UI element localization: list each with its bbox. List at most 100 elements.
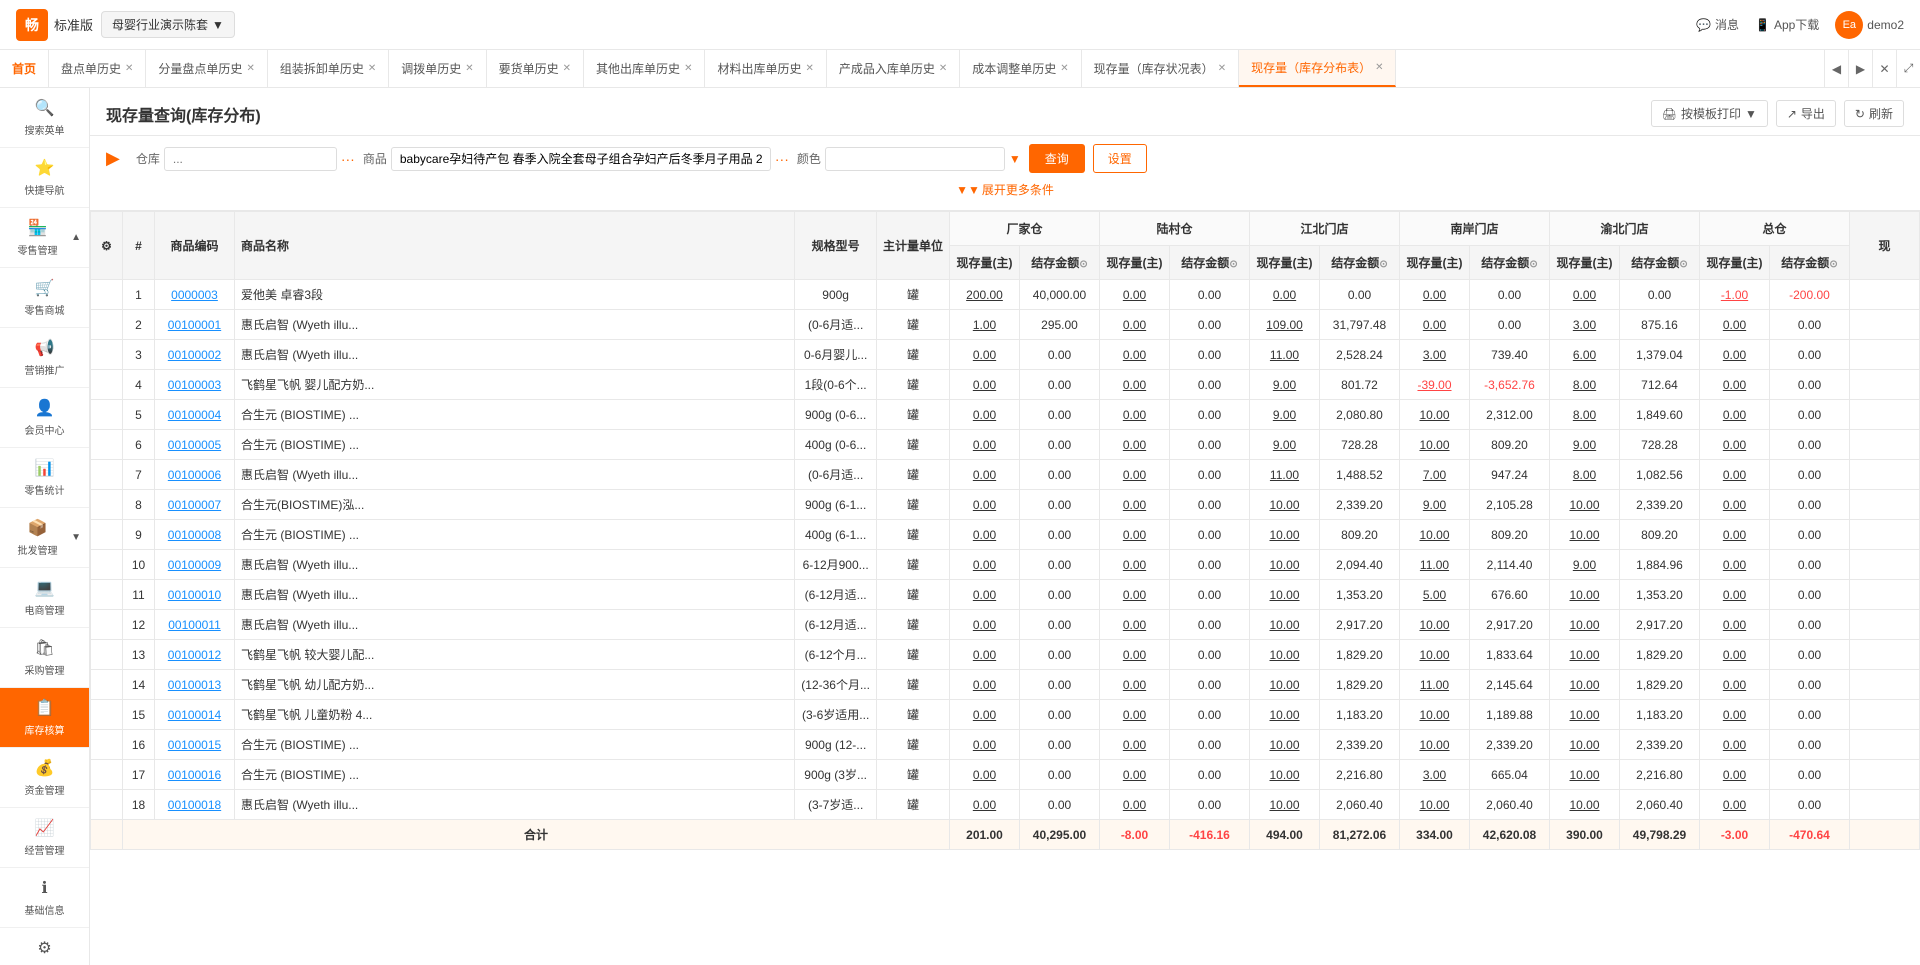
td-jiangbei-qty[interactable]: 10.00	[1250, 550, 1320, 580]
sidebar-item-operations[interactable]: 📈 经营管理	[0, 808, 89, 868]
close-icon[interactable]: ✕	[246, 63, 254, 74]
td-luvun-qty[interactable]: 0.00	[1100, 580, 1170, 610]
td-nanan-qty[interactable]: 10.00	[1400, 610, 1470, 640]
message-btn[interactable]: 💬 消息	[1696, 16, 1739, 33]
sidebar-item-mall[interactable]: 🛒 零售商城	[0, 268, 89, 328]
td-jiangbei-qty[interactable]: 9.00	[1250, 370, 1320, 400]
td-luvun-qty[interactable]: 0.00	[1100, 460, 1170, 490]
tab-inventory-distribution[interactable]: 现存量（库存分布表）✕	[1239, 50, 1396, 87]
td-total-qty[interactable]: 0.00	[1700, 490, 1770, 520]
td-code[interactable]: 0000003	[155, 280, 235, 310]
td-luvun-qty[interactable]: 0.00	[1100, 490, 1170, 520]
tab-transfer[interactable]: 调拨单历史 ✕	[389, 50, 486, 87]
td-jiangbei-qty[interactable]: 10.00	[1250, 580, 1320, 610]
export-btn[interactable]: ↗ 导出	[1776, 100, 1836, 127]
td-jiangbei-qty[interactable]: 10.00	[1250, 490, 1320, 520]
td-code[interactable]: 00100013	[155, 670, 235, 700]
tab-split-inventory[interactable]: 分量盘点单历史 ✕	[146, 50, 267, 87]
close-icon[interactable]: ✕	[939, 63, 947, 74]
td-jiangbei-qty[interactable]: 10.00	[1250, 790, 1320, 820]
sidebar-item-member[interactable]: 👤 会员中心	[0, 388, 89, 448]
user-menu[interactable]: Ea demo2	[1835, 11, 1904, 39]
td-total-qty[interactable]: 0.00	[1700, 370, 1770, 400]
tab-home[interactable]: 首页	[0, 50, 49, 87]
close-icon[interactable]: ✕	[125, 63, 133, 74]
td-code[interactable]: 00100008	[155, 520, 235, 550]
td-nanan-qty[interactable]: 10.00	[1400, 790, 1470, 820]
query-btn[interactable]: 查询	[1029, 144, 1085, 173]
td-factory-qty[interactable]: 0.00	[950, 760, 1020, 790]
td-code[interactable]: 00100005	[155, 430, 235, 460]
tab-inventory-status[interactable]: 现存量（库存状况表）✕	[1082, 50, 1239, 87]
expand-more-btn[interactable]: ▼▼ 展开更多条件	[956, 181, 1054, 198]
td-luvun-qty[interactable]: 0.00	[1100, 730, 1170, 760]
td-total-qty[interactable]: -1.00	[1700, 280, 1770, 310]
td-code[interactable]: 00100006	[155, 460, 235, 490]
td-luvun-qty[interactable]: 0.00	[1100, 400, 1170, 430]
info-icon[interactable]: ⊙	[1379, 259, 1387, 270]
td-code[interactable]: 00100004	[155, 400, 235, 430]
th-settings[interactable]: ⚙	[91, 212, 123, 280]
td-nanan-qty[interactable]: 10.00	[1400, 700, 1470, 730]
td-yubei-qty[interactable]: 0.00	[1550, 280, 1620, 310]
td-jiangbei-qty[interactable]: 10.00	[1250, 610, 1320, 640]
td-nanan-qty[interactable]: 10.00	[1400, 400, 1470, 430]
td-code[interactable]: 00100009	[155, 550, 235, 580]
td-factory-qty[interactable]: 0.00	[950, 670, 1020, 700]
td-code[interactable]: 00100016	[155, 760, 235, 790]
tab-product-inbound[interactable]: 产成品入库单历史 ✕	[827, 50, 960, 87]
print-btn[interactable]: 🖨 按模板打印 ▼	[1651, 100, 1768, 127]
td-jiangbei-qty[interactable]: 10.00	[1250, 700, 1320, 730]
td-nanan-qty[interactable]: 10.00	[1400, 730, 1470, 760]
sidebar-item-wholesale[interactable]: 📦 批发管理 ▼	[0, 508, 89, 568]
td-yubei-qty[interactable]: 9.00	[1550, 550, 1620, 580]
td-yubei-qty[interactable]: 10.00	[1550, 580, 1620, 610]
close-icon[interactable]: ✕	[1060, 63, 1068, 74]
td-luvun-qty[interactable]: 0.00	[1100, 640, 1170, 670]
td-code[interactable]: 00100003	[155, 370, 235, 400]
td-code[interactable]: 00100002	[155, 340, 235, 370]
td-code[interactable]: 00100011	[155, 610, 235, 640]
nav-close-all-btn[interactable]: ✕	[1872, 50, 1896, 88]
td-jiangbei-qty[interactable]: 11.00	[1250, 340, 1320, 370]
sidebar-item-marketing[interactable]: 📢 营销推广	[0, 328, 89, 388]
td-yubei-qty[interactable]: 8.00	[1550, 460, 1620, 490]
td-luvun-qty[interactable]: 0.00	[1100, 610, 1170, 640]
info-icon[interactable]: ⊙	[1079, 259, 1087, 270]
info-icon[interactable]: ⊙	[1529, 259, 1537, 270]
close-icon[interactable]: ✕	[368, 63, 376, 74]
td-yubei-qty[interactable]: 10.00	[1550, 610, 1620, 640]
td-factory-qty[interactable]: 0.00	[950, 400, 1020, 430]
td-luvun-qty[interactable]: 0.00	[1100, 550, 1170, 580]
close-icon[interactable]: ✕	[684, 63, 692, 74]
td-jiangbei-qty[interactable]: 10.00	[1250, 640, 1320, 670]
close-icon[interactable]: ✕	[563, 63, 571, 74]
tab-cost-adjust[interactable]: 成本调整单历史 ✕	[960, 50, 1081, 87]
td-yubei-qty[interactable]: 10.00	[1550, 790, 1620, 820]
td-factory-qty[interactable]: 0.00	[950, 340, 1020, 370]
td-factory-qty[interactable]: 0.00	[950, 430, 1020, 460]
td-yubei-qty[interactable]: 10.00	[1550, 670, 1620, 700]
tab-requisition[interactable]: 要货单历史 ✕	[487, 50, 584, 87]
tab-other-outbound[interactable]: 其他出库单历史 ✕	[584, 50, 705, 87]
td-factory-qty[interactable]: 0.00	[950, 790, 1020, 820]
td-total-qty[interactable]: 0.00	[1700, 460, 1770, 490]
td-factory-qty[interactable]: 0.00	[950, 550, 1020, 580]
info-icon[interactable]: ⊙	[1679, 259, 1687, 270]
td-yubei-qty[interactable]: 9.00	[1550, 430, 1620, 460]
td-yubei-qty[interactable]: 8.00	[1550, 370, 1620, 400]
sidebar-item-ecommerce[interactable]: 💻 电商管理	[0, 568, 89, 628]
info-icon[interactable]: ⊙	[1229, 259, 1237, 270]
app-download-btn[interactable]: 📱 App下载	[1755, 16, 1819, 33]
sidebar-item-nav[interactable]: ⭐ 快捷导航	[0, 148, 89, 208]
close-icon[interactable]: ✕	[805, 63, 813, 74]
sidebar-item-purchase[interactable]: 🛍 采购管理	[0, 628, 89, 688]
td-jiangbei-qty[interactable]: 10.00	[1250, 730, 1320, 760]
tab-inventory-check-history[interactable]: 盘点单历史 ✕	[49, 50, 146, 87]
color-input[interactable]	[825, 147, 1005, 171]
td-luvun-qty[interactable]: 0.00	[1100, 760, 1170, 790]
sidebar-item-search[interactable]: 🔍 搜索英单	[0, 88, 89, 148]
expand-arrow-btn[interactable]: ▶	[106, 148, 120, 169]
tab-material-outbound[interactable]: 材料出库单历史 ✕	[705, 50, 826, 87]
td-jiangbei-qty[interactable]: 10.00	[1250, 760, 1320, 790]
